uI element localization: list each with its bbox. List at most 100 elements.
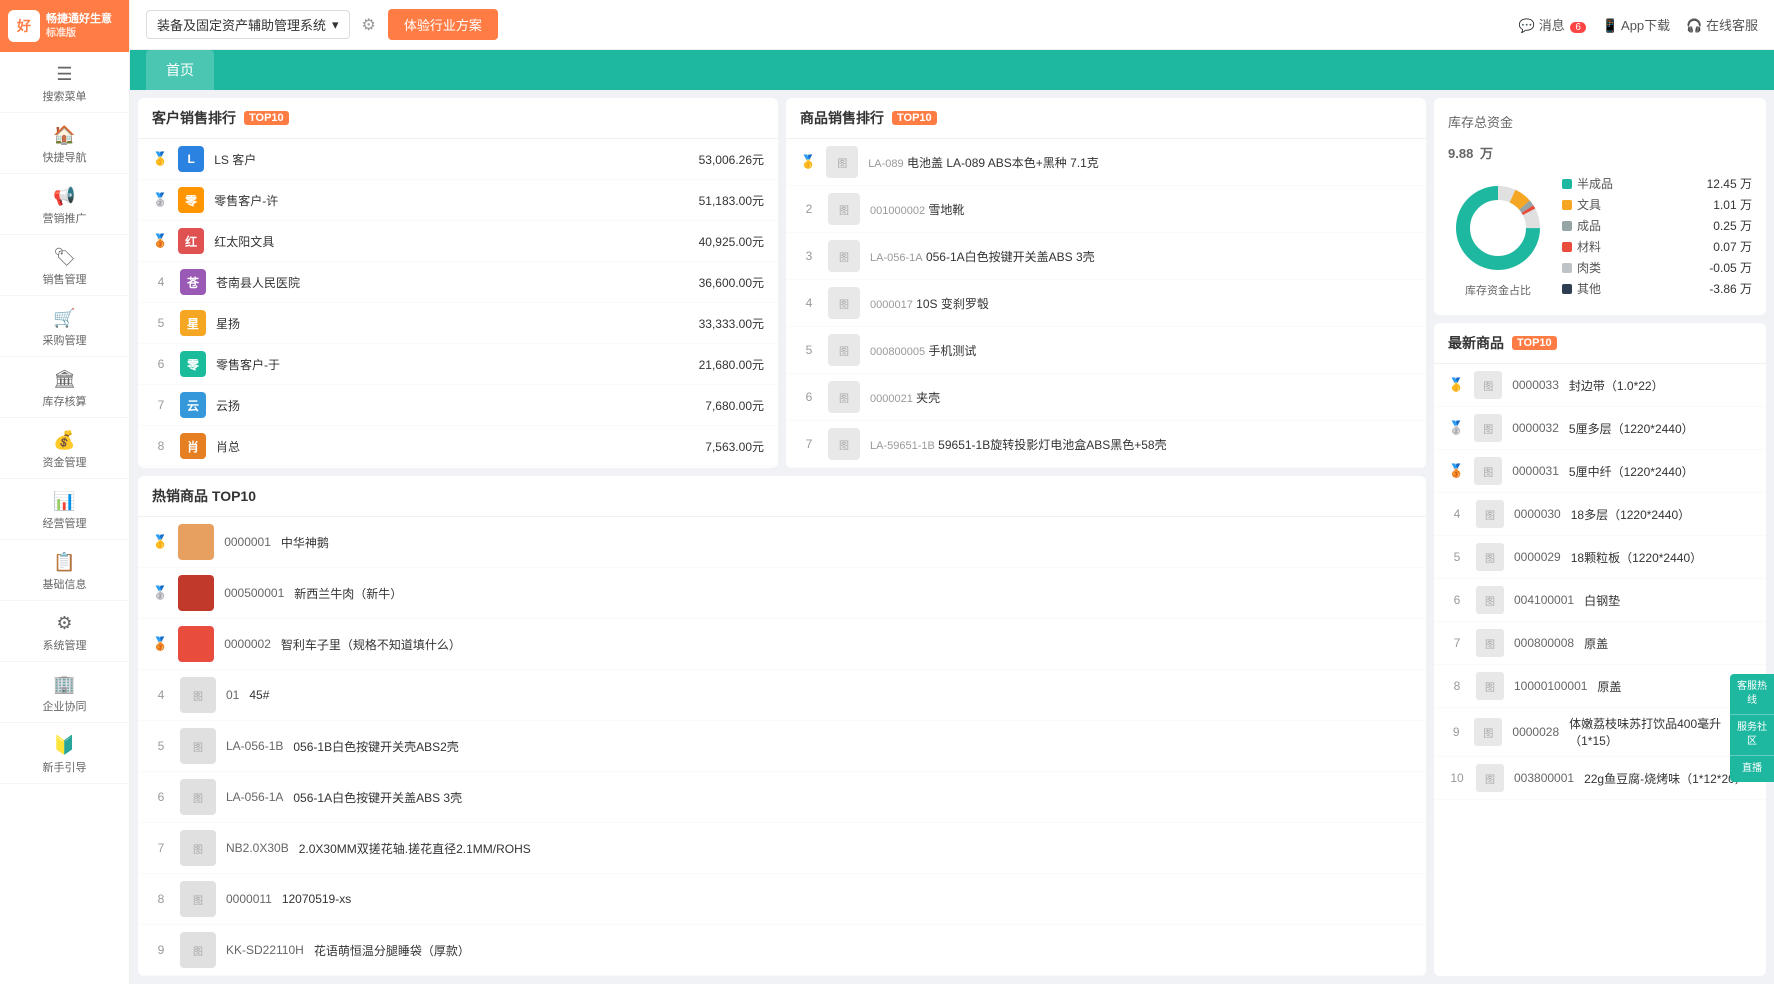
- inventory-total: 9.88 万: [1448, 137, 1752, 165]
- list-item: 9 图 KK-SD22110H 花语萌恒温分腿睡袋（厚款）: [138, 925, 1426, 976]
- rank-medal-icon: 🥇: [152, 534, 168, 550]
- product-thumbnail: 图: [180, 881, 216, 917]
- sidebar-item-sales[interactable]: 🏷销售管理: [0, 235, 129, 296]
- settings-icon[interactable]: ⚙: [362, 15, 376, 35]
- sidebar-item-label: 新手引导: [43, 759, 87, 775]
- list-item: 7 图 000800008 原盖: [1434, 622, 1766, 665]
- sidebar-item-guide[interactable]: 🔰新手引导: [0, 723, 129, 784]
- legend-item: 材料 0.07 万: [1562, 238, 1752, 255]
- list-item: 6 图 004100001 白钢垫: [1434, 579, 1766, 622]
- inventory-panel: 库存总资金 9.88 万: [1434, 98, 1766, 315]
- list-item: 🥉 图 0000031 5厘中纤（1220*2440）: [1434, 450, 1766, 493]
- rank-number: 5: [1448, 550, 1466, 564]
- product-name: 10S 变刹罗彀: [916, 297, 989, 311]
- rank-medal-icon: 🥉: [1448, 463, 1464, 479]
- product-thumbnail: 图: [1474, 718, 1502, 746]
- sidebar-item-search[interactable]: ☰搜索菜单: [0, 52, 129, 113]
- legend-item: 其他 -3.86 万: [1562, 280, 1752, 297]
- customer-name: 云扬: [216, 397, 695, 414]
- rank-number: 8: [1448, 679, 1466, 693]
- rank-number: 6: [800, 390, 818, 404]
- base-icon: 📋: [53, 552, 75, 573]
- product-name: 22g鱼豆腐-烧烤味（1*12*20）: [1584, 770, 1747, 787]
- product-thumbnail: 图: [1476, 586, 1504, 614]
- search-icon: ☰: [56, 64, 72, 85]
- sidebar-item-inventory[interactable]: 🏛库存核算: [0, 357, 129, 418]
- sidebar-item-quick-nav[interactable]: 🏠快捷导航: [0, 113, 129, 174]
- legend-label-text: 文具: [1577, 196, 1601, 213]
- product-code: 0000033: [1512, 378, 1559, 392]
- rank-medal-icon: 🥈: [152, 192, 168, 208]
- product-name: 雪地靴: [928, 203, 964, 217]
- product-thumbnail: 图: [1476, 629, 1504, 657]
- table-row: 4 图 0000017 10S 变刹罗彀: [786, 280, 1426, 327]
- purchase-icon: 🛒: [53, 308, 75, 329]
- product-thumbnail: [178, 575, 214, 611]
- image-placeholder-icon: 图: [1485, 507, 1495, 522]
- table-row: 🥇 图 LA-089 电池盖 LA-089 ABS本色+黑种 7.1克: [786, 139, 1426, 186]
- trial-button[interactable]: 体验行业方案: [388, 9, 498, 40]
- inventory-unit: 万: [1480, 146, 1493, 161]
- table-row: 4 苍 苍南县人民医院 36,600.00元: [138, 262, 778, 303]
- app-download-link[interactable]: 📱 App下载: [1602, 15, 1670, 34]
- product-code: 000800008: [1514, 636, 1574, 650]
- product-code: 001000002: [870, 205, 925, 217]
- product-image: 图: [828, 287, 860, 319]
- customer-name: 零售客户-许: [214, 192, 688, 209]
- image-placeholder-icon: 图: [1483, 725, 1493, 740]
- avatar: 零: [178, 187, 204, 213]
- sidebar-item-system[interactable]: ⚙系统管理: [0, 601, 129, 662]
- inventory-donut-chart: [1448, 178, 1548, 278]
- sidebar-item-purchase[interactable]: 🛒采购管理: [0, 296, 129, 357]
- table-row: 7 图 LA-59651-1B 59651-1B旋转投影灯电池盒ABS黑色+58…: [786, 421, 1426, 468]
- sidebar-item-base[interactable]: 📋基础信息: [0, 540, 129, 601]
- rank-medal-icon: 🥈: [1448, 420, 1464, 436]
- hot-products-list: 🥇 0000001 中华神鹅 🥈 000500001 新西兰牛肉（新牛） 🥉 0…: [138, 517, 1426, 976]
- customer-name: 零售客户-于: [216, 356, 689, 373]
- sidebar-item-label: 销售管理: [43, 271, 87, 287]
- rank-number: 6: [152, 790, 170, 804]
- product-code: 0000021: [870, 393, 913, 405]
- sidebar-item-enterprise[interactable]: 🏢企业协同: [0, 662, 129, 723]
- product-name: 45#: [249, 688, 269, 702]
- floating-service-btn-2[interactable]: 直播: [1730, 756, 1774, 782]
- product-name: 056-1A白色按键开关盖ABS 3壳: [293, 789, 462, 806]
- tab-home[interactable]: 首页: [146, 50, 214, 90]
- product-code: 0000031: [1512, 464, 1559, 478]
- avatar: 苍: [180, 269, 206, 295]
- product-name: 2.0X30MM双搓花轴.搓花直径2.1MM/ROHS: [299, 840, 531, 857]
- rank-number: 5: [152, 739, 170, 753]
- product-code: 000800005: [870, 346, 925, 358]
- product-name: 5厘中纤（1220*2440）: [1569, 463, 1694, 480]
- floating-service-btn-1[interactable]: 服务社区: [1730, 715, 1774, 756]
- product-code: LA-056-1A: [870, 252, 923, 264]
- bottom-panels: 热销商品 TOP10 🥇 0000001 中华神鹅 🥈 000500001 新西…: [138, 476, 1426, 976]
- sidebar-item-marketing[interactable]: 📢营销推广: [0, 174, 129, 235]
- product-code: 0000029: [1514, 550, 1561, 564]
- rank-number: 4: [800, 296, 818, 310]
- rank-number: 6: [152, 357, 170, 371]
- list-item: 4 图 0000030 18多层（1220*2440）: [1434, 493, 1766, 536]
- list-item: 7 图 NB2.0X30B 2.0X30MM双搓花轴.搓花直径2.1MM/ROH…: [138, 823, 1426, 874]
- content: 客户销售排行 TOP10 🥇 L LS 客户 53,006.26元 🥈 零 零售…: [130, 90, 1774, 984]
- floating-service-btn-0[interactable]: 客服热线: [1730, 674, 1774, 715]
- table-row: 7 云 云扬 7,680.00元: [138, 385, 778, 426]
- product-name: 白钢垫: [1584, 592, 1620, 609]
- rank-medal-icon: 🥉: [152, 636, 168, 652]
- system-select[interactable]: 装备及固定资产辅助管理系统 ▾: [146, 10, 350, 39]
- rank-number: 4: [152, 275, 170, 289]
- product-name: 12070519-xs: [282, 892, 351, 906]
- sidebar-item-finance[interactable]: 💰资金管理: [0, 418, 129, 479]
- sales-ranking-panel: 客户销售排行 TOP10 🥇 L LS 客户 53,006.26元 🥈 零 零售…: [138, 98, 778, 468]
- table-row: 🥇 L LS 客户 53,006.26元: [138, 139, 778, 180]
- image-placeholder-icon: 图: [1483, 464, 1493, 479]
- avatar: 星: [180, 310, 206, 336]
- sales-ranking-title: 客户销售排行: [152, 108, 236, 128]
- sidebar-item-ops[interactable]: 📊经营管理: [0, 479, 129, 540]
- product-code: LA-056-1B: [226, 739, 283, 753]
- message-icon: 💬: [1519, 18, 1535, 33]
- product-code: 004100001: [1514, 593, 1574, 607]
- message-link[interactable]: 💬 消息 6: [1519, 15, 1586, 34]
- online-service-link[interactable]: 🎧 在线客服: [1686, 15, 1758, 34]
- legend-color-dot: [1562, 179, 1572, 189]
